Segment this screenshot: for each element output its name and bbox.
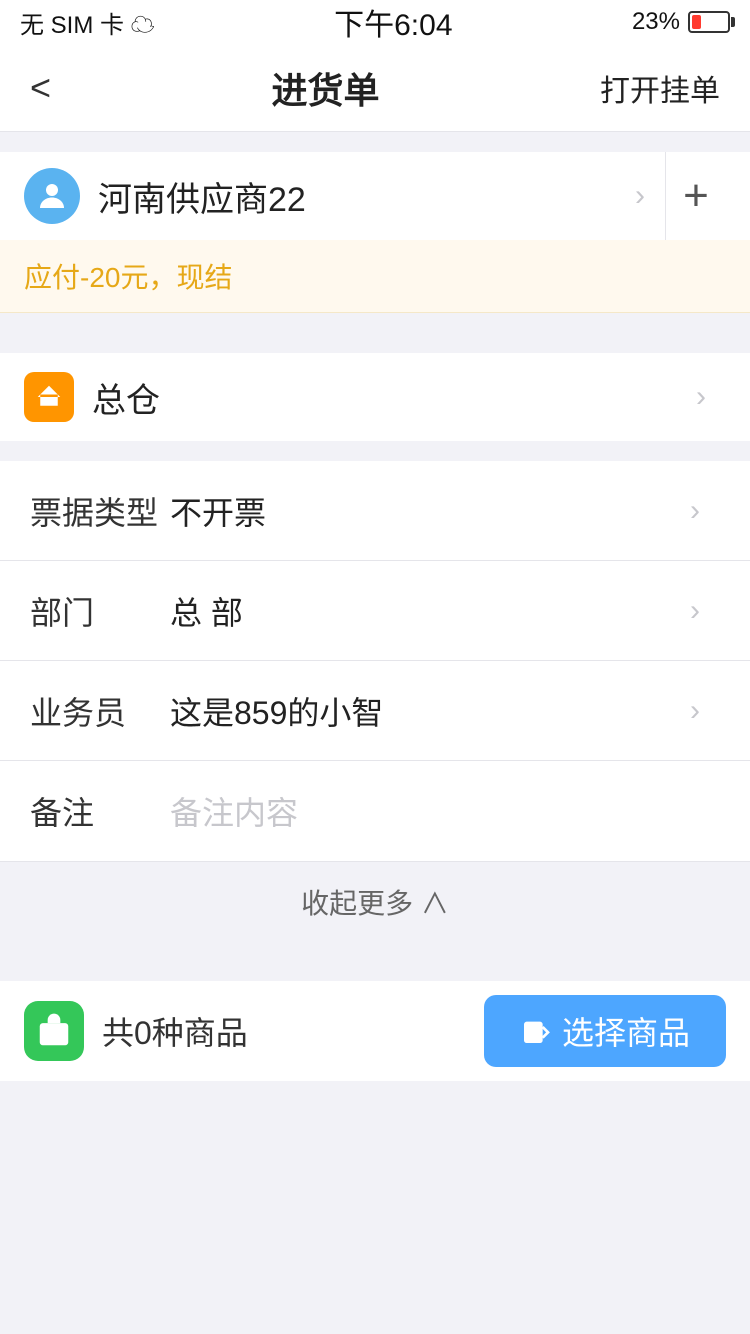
nav-bar: < 进货单 打开挂单	[0, 44, 750, 132]
section-gap-2	[0, 313, 750, 333]
remark-placeholder: 备注内容	[170, 788, 720, 834]
product-icon-wrap	[24, 1001, 84, 1061]
dept-chevron-icon: ›	[690, 594, 700, 628]
salesman-row[interactable]: 业务员 这是859的小智 ›	[0, 661, 750, 761]
product-count: 共0种商品	[102, 1008, 484, 1054]
house-icon	[34, 382, 64, 412]
bag-icon	[35, 1012, 73, 1050]
page-title: 进货单	[272, 62, 380, 114]
status-time: 下午6:04	[334, 0, 452, 44]
notice-banner: 应付-20元，现结	[0, 240, 750, 313]
salesman-chevron-icon: ›	[690, 694, 700, 728]
dept-label: 部门	[30, 588, 170, 634]
collapse-button[interactable]: 收起更多 ∧	[0, 861, 750, 941]
warehouse-section[interactable]: 总仓 ›	[0, 353, 750, 441]
salesman-label: 业务员	[30, 688, 170, 734]
status-bar: 无 SIM 卡 ☁ 下午6:04 23%	[0, 0, 750, 44]
invoice-type-value: 不开票	[170, 488, 670, 534]
status-right: 23%	[632, 8, 730, 36]
dept-row[interactable]: 部门 总 部 ›	[0, 561, 750, 661]
supplier-section: 河南供应商22 › +	[0, 152, 750, 240]
add-supplier-button[interactable]: +	[666, 152, 726, 240]
battery-percent: 23%	[632, 8, 680, 36]
select-product-button[interactable]: 选择商品	[484, 995, 726, 1067]
user-icon	[34, 178, 70, 214]
invoice-type-row[interactable]: 票据类型 不开票 ›	[0, 461, 750, 561]
bottom-bar: 共0种商品 选择商品	[0, 981, 750, 1081]
supplier-name: 河南供应商22	[98, 172, 615, 221]
supplier-row[interactable]: 河南供应商22 ›	[24, 152, 666, 240]
remark-row[interactable]: 备注 备注内容	[0, 761, 750, 861]
salesman-value: 这是859的小智	[170, 688, 670, 734]
invoice-type-label: 票据类型	[30, 488, 170, 534]
section-gap-1	[0, 132, 750, 152]
form-section: 票据类型 不开票 › 部门 总 部 › 业务员 这是859的小智 › 备注 备注…	[0, 461, 750, 861]
status-left: 无 SIM 卡 ☁	[20, 5, 155, 40]
back-button[interactable]: <	[30, 67, 51, 109]
warehouse-name: 总仓	[92, 373, 676, 422]
remark-label: 备注	[30, 788, 170, 834]
section-gap-3	[0, 941, 750, 961]
open-pending-button[interactable]: 打开挂单	[600, 66, 720, 110]
supplier-chevron-icon: ›	[635, 179, 645, 213]
signal-text: 无 SIM 卡 ☁	[20, 5, 155, 40]
dept-value: 总 部	[170, 588, 670, 634]
invoice-type-chevron-icon: ›	[690, 494, 700, 528]
warehouse-chevron-icon: ›	[696, 380, 706, 414]
supplier-avatar	[24, 168, 80, 224]
select-product-icon	[520, 1015, 552, 1047]
warehouse-icon	[24, 372, 74, 422]
battery-icon	[688, 11, 730, 33]
